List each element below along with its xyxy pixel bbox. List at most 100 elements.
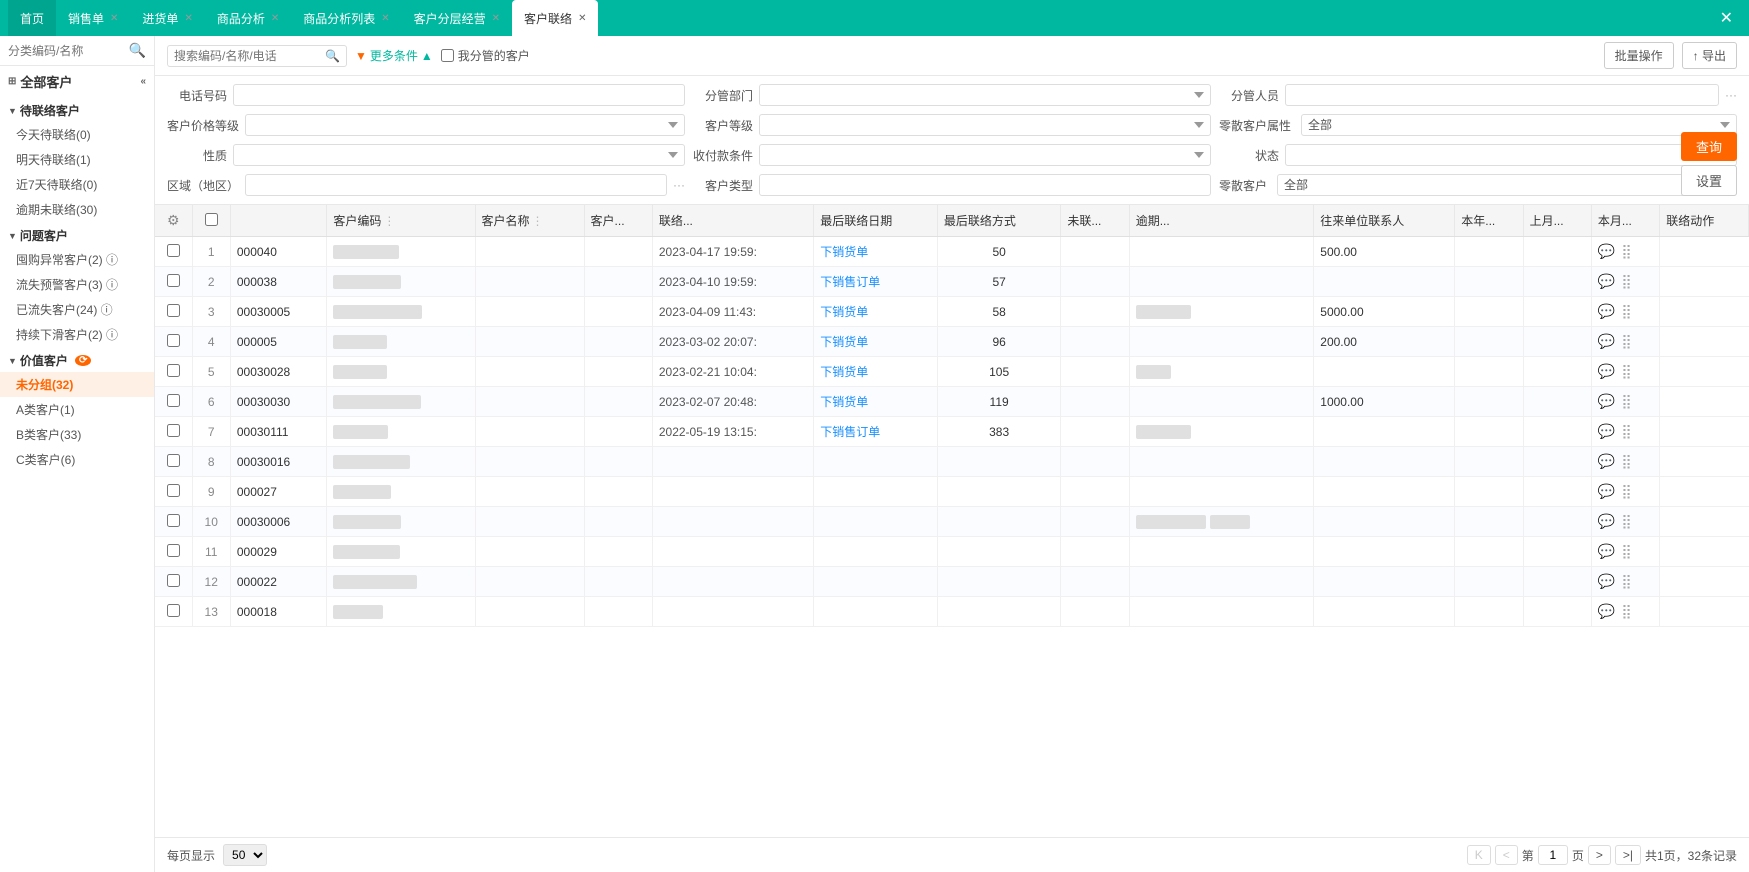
- sidebar-item-churn-warning[interactable]: 流失预警客户(3) ⓘ: [0, 272, 154, 297]
- row-checkbox[interactable]: [167, 574, 180, 587]
- contact-method-link[interactable]: 下销售订单: [820, 425, 880, 439]
- last-page-button[interactable]: >|: [1615, 845, 1641, 865]
- sidebar-all-customers[interactable]: ⊞ 全部客户 «: [0, 66, 154, 97]
- message-icon[interactable]: 💬: [1598, 573, 1615, 590]
- message-icon[interactable]: 💬: [1598, 483, 1615, 500]
- more-actions-icon[interactable]: ⣿: [1621, 243, 1631, 260]
- more-actions-icon[interactable]: ⣿: [1621, 333, 1631, 350]
- message-icon[interactable]: 💬: [1598, 393, 1615, 410]
- first-page-button[interactable]: K: [1467, 845, 1491, 865]
- manager-more-icon[interactable]: ···: [1725, 88, 1737, 102]
- contact-method-link[interactable]: 下销货单: [820, 365, 868, 379]
- more-actions-icon[interactable]: ⣿: [1621, 423, 1631, 440]
- sidebar-item-abnormal[interactable]: 囤购异常客户(2) ⓘ: [0, 247, 154, 272]
- more-actions-icon[interactable]: ⣿: [1621, 363, 1631, 380]
- message-icon[interactable]: 💬: [1598, 423, 1615, 440]
- sidebar-item-7days[interactable]: 近7天待联络(0): [0, 172, 154, 197]
- row-checkbox[interactable]: [167, 544, 180, 557]
- nav-tab-customer-layer[interactable]: 客户分层经营 ✕: [402, 0, 512, 36]
- sidebar-search-icon[interactable]: 🔍: [129, 42, 146, 59]
- contact-method-link[interactable]: 下销货单: [820, 305, 868, 319]
- filter-search-input[interactable]: [174, 49, 321, 63]
- sidebar-item-today[interactable]: 今天待联络(0): [0, 122, 154, 147]
- more-actions-icon[interactable]: ⣿: [1621, 603, 1631, 620]
- row-checkbox[interactable]: [167, 394, 180, 407]
- row-checkbox[interactable]: [167, 334, 180, 347]
- col-resizer-name[interactable]: ⋮: [532, 214, 544, 228]
- close-customer-contact-icon[interactable]: ✕: [578, 13, 586, 24]
- row-checkbox[interactable]: [167, 484, 180, 497]
- row-checkbox[interactable]: [167, 304, 180, 317]
- more-actions-icon[interactable]: ⣿: [1621, 513, 1631, 530]
- message-icon[interactable]: 💬: [1598, 243, 1615, 260]
- manager-input[interactable]: [1285, 84, 1719, 106]
- row-checkbox[interactable]: [167, 514, 180, 527]
- filter-more-conditions[interactable]: ▼ 更多条件 ▲: [355, 47, 433, 64]
- more-actions-icon[interactable]: ⣿: [1621, 273, 1631, 290]
- nav-close-all-button[interactable]: ✕: [1712, 8, 1741, 28]
- nature-select[interactable]: [233, 144, 685, 166]
- sidebar-item-class-c[interactable]: C类客户(6): [0, 447, 154, 472]
- retail-customer-select[interactable]: 全部: [1277, 174, 1737, 196]
- nav-tab-customer-contact[interactable]: 客户联络 ✕: [512, 0, 598, 36]
- message-icon[interactable]: 💬: [1598, 513, 1615, 530]
- close-sales-icon[interactable]: ✕: [110, 13, 118, 24]
- sidebar-item-churned[interactable]: 已流失客户(24) ⓘ: [0, 297, 154, 322]
- sidebar-item-declining[interactable]: 持续下滑客户(2) ⓘ: [0, 322, 154, 347]
- message-icon[interactable]: 💬: [1598, 453, 1615, 470]
- status-select[interactable]: [1285, 144, 1737, 166]
- sidebar-item-overdue[interactable]: 逾期未联络(30): [0, 197, 154, 222]
- customer-level-select[interactable]: [759, 114, 1211, 136]
- sidebar-problem-customers-header[interactable]: ▼ 问题客户: [0, 222, 154, 247]
- dept-select[interactable]: [759, 84, 1211, 106]
- reset-button[interactable]: 设置: [1681, 165, 1737, 196]
- close-product-analysis-icon[interactable]: ✕: [271, 13, 279, 24]
- export-button[interactable]: ↑ 导出: [1682, 42, 1737, 69]
- more-actions-icon[interactable]: ⣿: [1621, 543, 1631, 560]
- contact-method-link[interactable]: 下销售订单: [820, 275, 880, 289]
- more-actions-icon[interactable]: ⣿: [1621, 573, 1631, 590]
- sidebar-pending-contact-header[interactable]: ▼ 待联络客户: [0, 97, 154, 122]
- page-number-input[interactable]: [1538, 845, 1568, 865]
- sidebar-item-class-a[interactable]: A类客户(1): [0, 397, 154, 422]
- row-checkbox[interactable]: [167, 604, 180, 617]
- row-checkbox[interactable]: [167, 424, 180, 437]
- next-page-button[interactable]: >: [1588, 845, 1611, 865]
- customer-type-input[interactable]: [759, 174, 1211, 196]
- row-checkbox[interactable]: [167, 454, 180, 467]
- close-purchase-icon[interactable]: ✕: [184, 13, 192, 24]
- sidebar-item-tomorrow[interactable]: 明天待联络(1): [0, 147, 154, 172]
- more-actions-icon[interactable]: ⣿: [1621, 483, 1631, 500]
- batch-operation-button[interactable]: 批量操作: [1604, 42, 1674, 69]
- nav-tab-product-list[interactable]: 商品分析列表 ✕: [291, 0, 401, 36]
- more-actions-icon[interactable]: ⣿: [1621, 393, 1631, 410]
- contact-method-link[interactable]: 下销货单: [820, 335, 868, 349]
- message-icon[interactable]: 💬: [1598, 363, 1615, 380]
- area-input[interactable]: [245, 174, 667, 196]
- sidebar-item-ungroup[interactable]: 未分组(32): [0, 372, 154, 397]
- my-customers-checkbox[interactable]: [441, 49, 454, 62]
- message-icon[interactable]: 💬: [1598, 543, 1615, 560]
- area-more-icon[interactable]: ···: [673, 178, 685, 192]
- contact-method-link[interactable]: 下销货单: [820, 245, 868, 259]
- row-checkbox[interactable]: [167, 244, 180, 257]
- contact-method-link[interactable]: 下销货单: [820, 395, 868, 409]
- retail-attr-select[interactable]: 全部: [1301, 114, 1737, 136]
- message-icon[interactable]: 💬: [1598, 603, 1615, 620]
- row-checkbox[interactable]: [167, 364, 180, 377]
- settings-icon[interactable]: ⚙: [167, 212, 180, 228]
- close-product-list-icon[interactable]: ✕: [381, 13, 389, 24]
- close-customer-layer-icon[interactable]: ✕: [492, 13, 500, 24]
- more-actions-icon[interactable]: ⣿: [1621, 303, 1631, 320]
- sidebar-item-class-b[interactable]: B类客户(33): [0, 422, 154, 447]
- payment-select[interactable]: [759, 144, 1211, 166]
- filter-search-icon[interactable]: 🔍: [325, 49, 340, 63]
- price-level-select[interactable]: [245, 114, 685, 136]
- select-all-checkbox[interactable]: [205, 213, 218, 226]
- page-size-select[interactable]: 50: [223, 844, 267, 866]
- nav-tab-sales[interactable]: 销售单 ✕: [56, 0, 130, 36]
- nav-tab-product-analysis[interactable]: 商品分析 ✕: [205, 0, 291, 36]
- col-settings[interactable]: ⚙: [155, 205, 192, 237]
- message-icon[interactable]: 💬: [1598, 303, 1615, 320]
- nav-tab-home[interactable]: 首页: [8, 0, 56, 36]
